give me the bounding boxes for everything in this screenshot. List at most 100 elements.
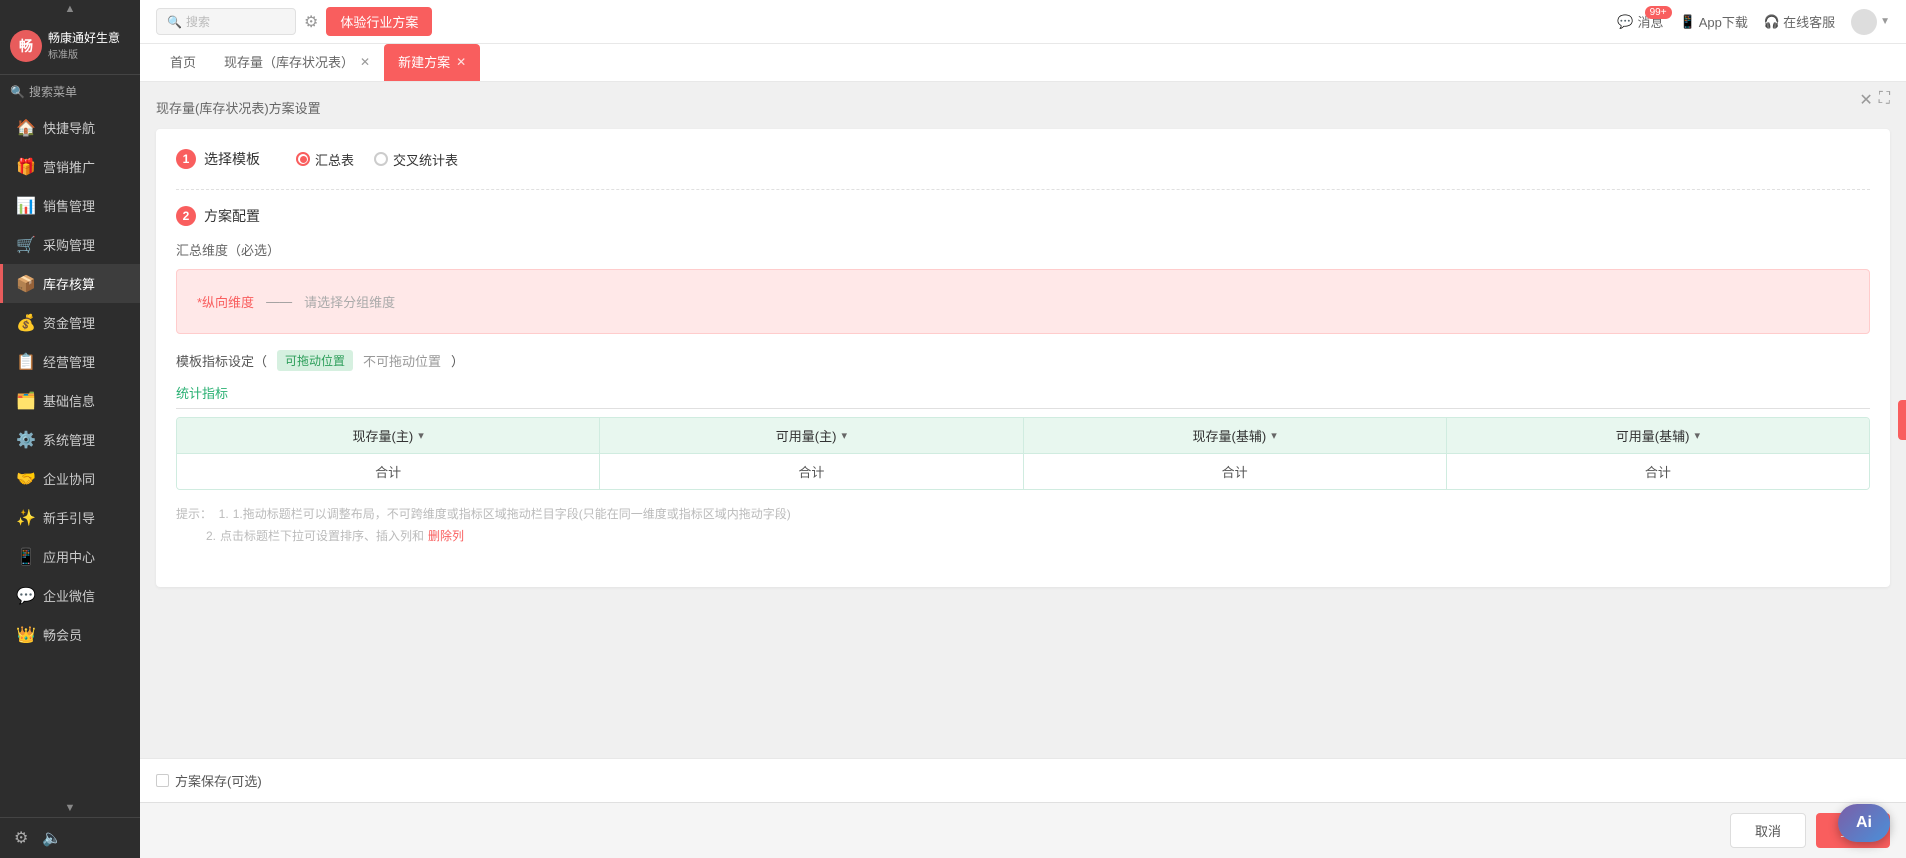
- stats-col-1[interactable]: 可用量(主) ▾: [600, 418, 1023, 453]
- app-name: 畅康通好生意: [48, 31, 120, 47]
- gear-icon: ⚙️: [17, 431, 35, 449]
- stats-body-0: 合计: [177, 454, 600, 489]
- dim-dash: ——: [266, 294, 292, 309]
- sidebar-item-cooperation[interactable]: 🤝 企业协同: [0, 459, 140, 498]
- step2-title: 方案配置: [204, 206, 260, 226]
- chart-icon: 📊: [17, 197, 35, 215]
- radio-crosstab[interactable]: 交叉统计表: [374, 150, 458, 169]
- tip-1: 提示： 1. 1.拖动标题栏可以调整布局，不可跨维度或指标区域拖动栏目字段(只能…: [176, 504, 1870, 526]
- right-scroll-tab[interactable]: [1898, 400, 1906, 440]
- stats-col-3[interactable]: 可用量(基辅) ▾: [1447, 418, 1869, 453]
- chevron-down-icon-0: ▾: [418, 429, 424, 442]
- stats-body-1: 合计: [600, 454, 1023, 489]
- tip-section: 提示： 1. 1.拖动标题栏可以调整布局，不可跨维度或指标区域拖动栏目字段(只能…: [176, 504, 1870, 547]
- tab-new-plan[interactable]: 新建方案 ✕: [384, 44, 480, 81]
- msg-icon: 💬: [1617, 14, 1633, 30]
- tabs-bar: 首页 现存量（库存状况表） ✕ 新建方案 ✕: [140, 44, 1906, 82]
- app-icon: 📱: [1680, 14, 1696, 30]
- sidebar-search-menu[interactable]: 🔍 搜索菜单: [0, 75, 140, 108]
- box-icon: 📦: [17, 275, 35, 293]
- step1-header: 1 选择模板 汇总表 交叉统计表: [176, 149, 1870, 169]
- close-panel-icon[interactable]: ✕: [1859, 90, 1872, 110]
- main-panel: 1 选择模板 汇总表 交叉统计表: [156, 129, 1890, 587]
- topbar-user[interactable]: ▼: [1851, 9, 1890, 35]
- dimension-box[interactable]: *纵向维度 —— 请选择分组维度: [176, 269, 1870, 334]
- audio-icon[interactable]: 🔈: [42, 828, 62, 848]
- sidebar-item-member[interactable]: 👑 畅会员: [0, 615, 140, 654]
- step1-title: 选择模板: [204, 149, 260, 169]
- sidebar-item-management[interactable]: 📋 经营管理: [0, 342, 140, 381]
- sidebar-scroll-down[interactable]: ▼: [0, 799, 140, 817]
- topbar-right: 💬 消息 99+ 📱 App下载 🎧 在线客服 ▼: [1617, 9, 1890, 35]
- sidebar-logo: 畅 畅康通好生意 标准版: [0, 18, 140, 75]
- trial-button[interactable]: 体验行业方案: [326, 7, 432, 36]
- money-icon: 💰: [17, 314, 35, 332]
- breadcrumb: 现存量(库存状况表)方案设置: [156, 98, 1890, 117]
- sidebar-item-system[interactable]: ⚙️ 系统管理: [0, 420, 140, 459]
- stats-col-0[interactable]: 现存量(主) ▾: [177, 418, 600, 453]
- save-label: 方案保存(可选): [175, 771, 262, 790]
- clipboard-icon: 📋: [17, 353, 35, 371]
- sidebar-scroll-up[interactable]: ▲: [0, 0, 140, 18]
- sparkle-icon: ✨: [17, 509, 35, 527]
- draggable-tag: 可拖动位置: [277, 350, 353, 371]
- sidebar-item-inventory[interactable]: 📦 库存核算: [0, 264, 140, 303]
- stats-table-header: 现存量(主) ▾ 可用量(主) ▾ 现存量(基辅) ▾ 可用量(基辅): [177, 418, 1869, 453]
- settings-icon[interactable]: ⚙: [14, 828, 28, 848]
- topbar-search-box[interactable]: 🔍 搜索: [156, 8, 296, 35]
- topbar-online-service[interactable]: 🎧 在线客服: [1764, 12, 1835, 31]
- radio-summary-circle: [296, 152, 310, 166]
- divider-1: [176, 189, 1870, 190]
- stats-body-3: 合计: [1447, 454, 1869, 489]
- tab-home[interactable]: 首页: [156, 44, 210, 81]
- sidebar-item-basic[interactable]: 🗂️ 基础信息: [0, 381, 140, 420]
- save-row: 方案保存(可选): [140, 758, 1906, 802]
- msg-badge: 99+: [1645, 6, 1672, 19]
- sidebar-nav: 🏠 快捷导航 🎁 营销推广 📊 销售管理 🛒 采购管理 📦 库存核算 💰 资金管…: [0, 108, 140, 799]
- folder-icon: 🗂️: [17, 392, 35, 410]
- search-icon: 🔍: [167, 15, 182, 29]
- stats-col-2[interactable]: 现存量(基辅) ▾: [1024, 418, 1447, 453]
- expand-panel-icon[interactable]: ⛶: [1879, 90, 1890, 110]
- stats-body-2: 合计: [1024, 454, 1447, 489]
- topbar-msg[interactable]: 💬 消息 99+: [1617, 12, 1663, 31]
- sidebar-item-sales[interactable]: 📊 销售管理: [0, 186, 140, 225]
- gift-icon: 🎁: [17, 158, 35, 176]
- app-version: 标准版: [48, 46, 120, 61]
- chevron-down-icon: ▼: [1880, 16, 1890, 27]
- sidebar-item-marketing[interactable]: 🎁 营销推广: [0, 147, 140, 186]
- crown-icon: 👑: [17, 626, 35, 644]
- save-checkbox[interactable]: [156, 774, 169, 787]
- search-icon: 🔍: [10, 85, 25, 99]
- radio-summary[interactable]: 汇总表: [296, 150, 354, 169]
- vertical-dim-label: *纵向维度: [197, 292, 254, 311]
- main-area: 🔍 搜索 ⚙ 体验行业方案 💬 消息 99+ 📱 App下载 🎧 在线客服: [140, 0, 1906, 858]
- step1-section: 1 选择模板 汇总表 交叉统计表: [176, 149, 1870, 169]
- step1-badge: 1: [176, 149, 196, 169]
- tab-close-new-plan[interactable]: ✕: [456, 55, 466, 69]
- wechat-icon: 💬: [17, 587, 35, 605]
- stats-section-label: 统计指标: [176, 383, 1870, 409]
- sidebar-item-guide[interactable]: ✨ 新手引导: [0, 498, 140, 537]
- chevron-down-icon-2: ▾: [1271, 429, 1277, 442]
- sidebar-bottom: ⚙ 🔈: [0, 817, 140, 858]
- topbar-gear-icon[interactable]: ⚙: [304, 12, 318, 32]
- tab-close-inventory[interactable]: ✕: [360, 55, 370, 69]
- handshake-icon: 🤝: [17, 470, 35, 488]
- tab-inventory-status[interactable]: 现存量（库存状况表） ✕: [210, 44, 384, 81]
- sidebar-item-wechat[interactable]: 💬 企业微信: [0, 576, 140, 615]
- sidebar-item-app-center[interactable]: 📱 应用中心: [0, 537, 140, 576]
- cart-icon: 🛒: [17, 236, 35, 254]
- stats-table: 现存量(主) ▾ 可用量(主) ▾ 现存量(基辅) ▾ 可用量(基辅): [176, 417, 1870, 490]
- topbar-app-download[interactable]: 📱 App下载: [1680, 12, 1748, 31]
- sidebar-item-finance[interactable]: 💰 资金管理: [0, 303, 140, 342]
- radio-crosstab-circle: [374, 152, 388, 166]
- ai-float-button[interactable]: Ai: [1838, 804, 1890, 842]
- home-icon: 🏠: [17, 119, 35, 137]
- sidebar: ▲ 畅 畅康通好生意 标准版 🔍 搜索菜单 🏠 快捷导航 🎁 营销推广 📊 销售…: [0, 0, 140, 858]
- cancel-button[interactable]: 取消: [1730, 813, 1806, 848]
- sidebar-item-shortcut[interactable]: 🏠 快捷导航: [0, 108, 140, 147]
- dimension-label: 汇总维度（必选）: [176, 240, 1870, 259]
- template-options: 汇总表 交叉统计表: [296, 150, 458, 169]
- sidebar-item-purchase[interactable]: 🛒 采购管理: [0, 225, 140, 264]
